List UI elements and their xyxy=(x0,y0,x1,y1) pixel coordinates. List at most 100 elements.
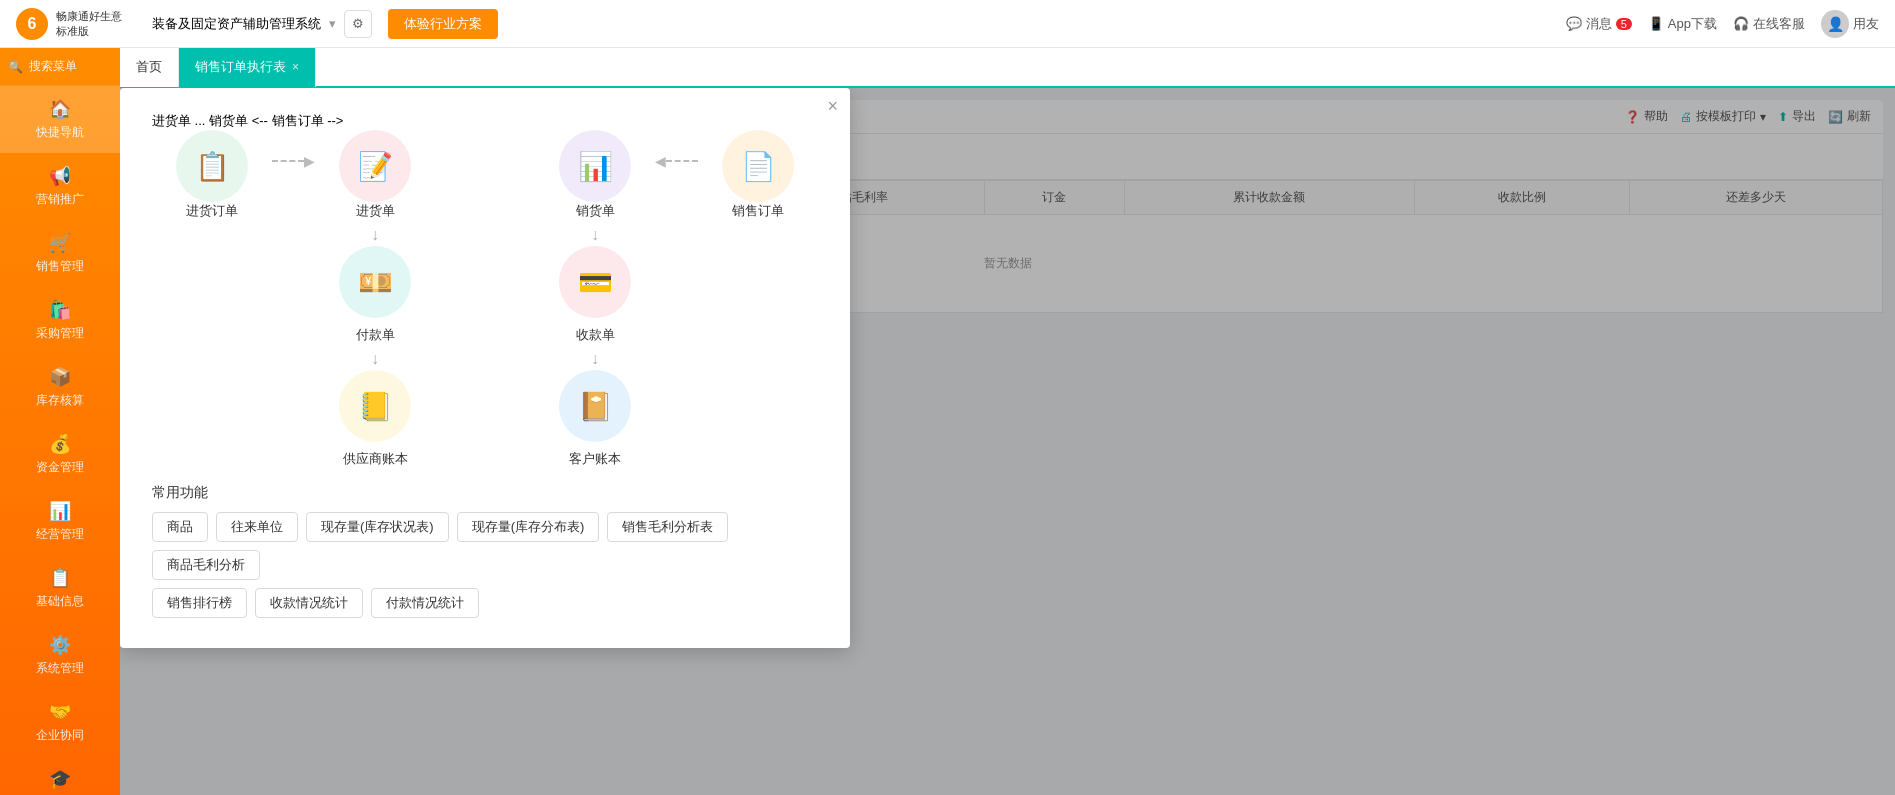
message-badge: 5 xyxy=(1616,18,1632,30)
marketing-icon: 📢 xyxy=(49,165,71,187)
sidebar-label-quick-guide: 快捷导航 xyxy=(36,124,84,141)
sidebar-label-operations: 经营管理 xyxy=(36,526,84,543)
btn-receipt-stats[interactable]: 收款情况统计 xyxy=(255,588,363,618)
sales-order-circle: 📄 xyxy=(722,130,794,202)
sidebar-item-finance[interactable]: 💰 资金管理 xyxy=(0,421,120,488)
receipt-circle[interactable]: 💳 xyxy=(559,246,631,318)
top-bar: 6 畅康通好生意 标准版 装备及固定资产辅助管理系统 ▾ ⚙ 体验行业方案 💬 … xyxy=(0,0,1895,48)
search-menu-label: 搜索菜单 xyxy=(29,58,77,75)
user-name: 用友 xyxy=(1853,15,1879,33)
guide-icon: 🎓 xyxy=(49,768,71,790)
system-name: 装备及固定资产辅助管理系统 xyxy=(152,15,321,33)
online-service-group[interactable]: 🎧 在线客服 xyxy=(1733,15,1805,33)
purchase-icon: 🛍️ xyxy=(49,299,71,321)
app-download-icon: 📱 xyxy=(1648,16,1664,31)
main-layout: 🔍 搜索菜单 🏠 快捷导航 📢 营销推广 🛒 销售管理 🛍️ 采购管理 📦 xyxy=(0,48,1895,795)
btn-sales-gross-analysis[interactable]: 销售毛利分析表 xyxy=(607,512,728,542)
sidebar-item-inventory[interactable]: 📦 库存核算 xyxy=(0,354,120,421)
popup-close-button[interactable]: × xyxy=(827,96,838,117)
message-group[interactable]: 💬 消息 5 xyxy=(1566,15,1632,33)
enterprise-icon: 🤝 xyxy=(49,701,71,723)
sidebar-item-quick-guide[interactable]: 🏠 快捷导航 xyxy=(0,86,120,153)
operations-icon: 📊 xyxy=(49,500,71,522)
finance-icon: 💰 xyxy=(49,433,71,455)
btn-sales-ranking[interactable]: 销售排行榜 xyxy=(152,588,247,618)
sidebar-label-sales: 销售管理 xyxy=(36,258,84,275)
sidebar-label-purchase: 采购管理 xyxy=(36,325,84,342)
purchase-order-circle: 📋 xyxy=(176,130,248,202)
user-area[interactable]: 👤 用友 xyxy=(1821,10,1879,38)
flow-node-purchase-order[interactable]: 📋 进货订单 xyxy=(152,130,272,220)
sidebar-label-inventory: 库存核算 xyxy=(36,392,84,409)
quick-guide-icon: 🏠 xyxy=(49,98,71,120)
sidebar-item-enterprise[interactable]: 🤝 企业协同 xyxy=(0,689,120,756)
page-content: ❓ 帮助 🖨 按模板打印 ▾ ⬆ 导出 🔄 刷新 xyxy=(120,88,1895,795)
sidebar: 🔍 搜索菜单 🏠 快捷导航 📢 营销推广 🛒 销售管理 🛍️ 采购管理 📦 xyxy=(0,48,120,795)
btn-stock-status[interactable]: 现存量(库存状况表) xyxy=(306,512,449,542)
customer-ledger-circle[interactable]: 📔 xyxy=(559,370,631,442)
headset-icon: 🎧 xyxy=(1733,16,1749,31)
sidebar-label-sys-mgmt: 系统管理 xyxy=(36,660,84,677)
flow-popup: × 进货单 ... 销货单 <-- 销售订单 --> 📋 进货订 xyxy=(120,88,850,648)
scroll-left-arrow[interactable]: ◀ xyxy=(136,646,145,648)
sidebar-item-sales[interactable]: 🛒 销售管理 xyxy=(0,220,120,287)
app-logo: 6 xyxy=(16,8,48,40)
sidebar-label-finance: 资金管理 xyxy=(36,459,84,476)
tab-home-label: 首页 xyxy=(136,58,162,76)
arrow-down-payment: ↓ xyxy=(371,350,379,368)
sidebar-item-marketing[interactable]: 📢 营销推广 xyxy=(0,153,120,220)
logo-text: 畅康通好生意 标准版 xyxy=(56,9,122,38)
customer-ledger-label: 客户账本 xyxy=(569,450,621,468)
sidebar-item-guide[interactable]: 🎓 新手引导 xyxy=(0,756,120,795)
btn-product[interactable]: 商品 xyxy=(152,512,208,542)
message-icon: 💬 xyxy=(1566,16,1582,31)
sales-order-label: 销售订单 xyxy=(732,202,784,220)
top-bar-right: 💬 消息 5 📱 App下载 🎧 在线客服 👤 用友 xyxy=(1566,10,1879,38)
flow-node-sales-bill[interactable]: 📊 销货单 xyxy=(535,130,655,220)
sales-bill-label: 销货单 xyxy=(576,202,615,220)
online-service-label: 在线客服 xyxy=(1753,15,1805,33)
search-menu-item[interactable]: 🔍 搜索菜单 xyxy=(0,48,120,86)
search-icon: 🔍 xyxy=(8,60,23,74)
message-label: 消息 xyxy=(1586,15,1612,33)
flow-popup-overlay: × 进货单 ... 销货单 <-- 销售订单 --> 📋 进货订 xyxy=(120,88,1895,795)
sales-bill-circle: 📊 xyxy=(559,130,631,202)
tab-sales-order[interactable]: 销售订单执行表 × xyxy=(179,48,316,87)
arrow-down-sales: ↓ xyxy=(591,226,599,244)
purchase-receipt-label: 进货单 xyxy=(356,202,395,220)
sidebar-item-sys-mgmt[interactable]: ⚙️ 系统管理 xyxy=(0,622,120,689)
btn-product-gross-analysis[interactable]: 商品毛利分析 xyxy=(152,550,260,580)
sidebar-label-enterprise: 企业协同 xyxy=(36,727,84,744)
payment-circle[interactable]: 💴 xyxy=(339,246,411,318)
sidebar-item-basic-info[interactable]: 📋 基础信息 xyxy=(0,555,120,622)
sidebar-item-operations[interactable]: 📊 经营管理 xyxy=(0,488,120,555)
sales-icon: 🛒 xyxy=(49,232,71,254)
supplier-ledger-circle[interactable]: 📒 xyxy=(339,370,411,442)
tab-bar: 首页 销售订单执行表 × xyxy=(120,48,1895,88)
scroll-right-arrow[interactable]: ▶ xyxy=(825,646,834,648)
inventory-icon: 📦 xyxy=(49,366,71,388)
tab-home[interactable]: 首页 xyxy=(120,48,179,87)
arrow-down-purchase: ↓ xyxy=(371,226,379,244)
settings-button[interactable]: ⚙ xyxy=(344,10,372,38)
btn-payment-stats[interactable]: 付款情况统计 xyxy=(371,588,479,618)
flow-node-sales-order[interactable]: 📄 销售订单 xyxy=(698,130,818,220)
sidebar-item-purchase[interactable]: 🛍️ 采购管理 xyxy=(0,287,120,354)
btn-contacts[interactable]: 往来单位 xyxy=(216,512,298,542)
btn-stock-distribution[interactable]: 现存量(库存分布表) xyxy=(457,512,600,542)
sidebar-label-basic-info: 基础信息 xyxy=(36,593,84,610)
logo-area: 6 畅康通好生意 标准版 xyxy=(16,8,136,40)
sidebar-label-marketing: 营销推广 xyxy=(36,191,84,208)
common-buttons-row2: 销售排行榜 收款情况统计 付款情况统计 xyxy=(152,588,818,618)
system-dropdown-icon[interactable]: ▾ xyxy=(329,16,336,31)
app-download-label: App下载 xyxy=(1668,15,1717,33)
trial-button[interactable]: 体验行业方案 xyxy=(388,9,498,39)
flow-node-purchase-receipt[interactable]: 📝 进货单 xyxy=(315,130,435,220)
tab-sales-order-label: 销售订单执行表 xyxy=(195,58,286,76)
app-download-group[interactable]: 📱 App下载 xyxy=(1648,15,1717,33)
purchase-receipt-circle: 📝 xyxy=(339,130,411,202)
tab-close-icon[interactable]: × xyxy=(292,60,299,74)
content-area: 首页 销售订单执行表 × ❓ 帮助 🖨 按模板打印 xyxy=(120,48,1895,795)
receipt-label: 收款单 xyxy=(576,326,615,344)
purchase-order-label: 进货订单 xyxy=(186,202,238,220)
